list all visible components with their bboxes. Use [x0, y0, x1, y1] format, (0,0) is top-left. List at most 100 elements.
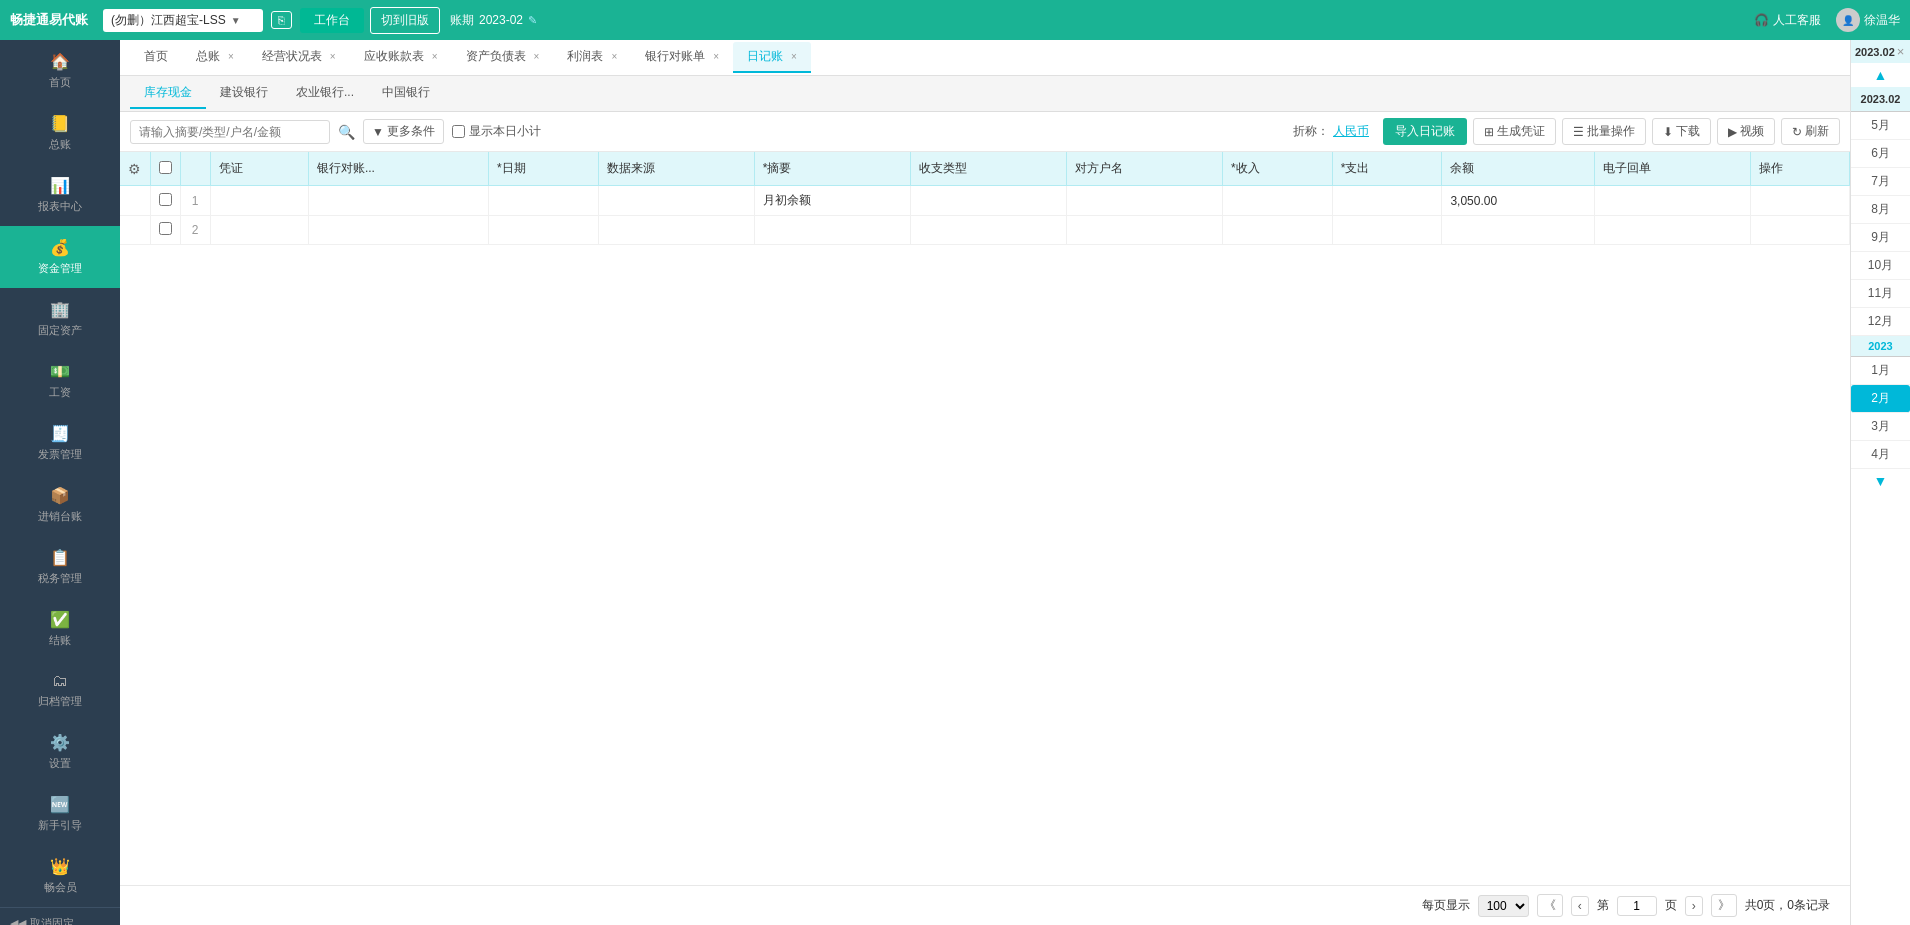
cell-e_statement-0	[1595, 186, 1751, 216]
filter-button[interactable]: ▼ 更多条件	[363, 119, 444, 144]
sub-tab-农业银行...[interactable]: 农业银行...	[282, 78, 368, 109]
sidebar-item-member[interactable]: 👑 畅会员	[0, 845, 120, 907]
workbench-button[interactable]: 工作台	[300, 8, 364, 33]
sidebar-item-invoice[interactable]: 🧾 发票管理	[0, 412, 120, 474]
right-panel-year-label[interactable]: 2023	[1851, 336, 1910, 357]
switch-old-button[interactable]: 切到旧版	[370, 7, 440, 34]
tab-label: 利润表	[567, 48, 603, 65]
month-item-4月[interactable]: 4月	[1851, 441, 1910, 469]
month-item-2月[interactable]: 2月	[1851, 385, 1910, 413]
tab-应收账款表[interactable]: 应收账款表×	[350, 42, 452, 73]
month-item-9月[interactable]: 9月	[1851, 224, 1910, 252]
batch-operation-button[interactable]: ☰ 批量操作	[1562, 118, 1646, 145]
table-row: 1月初余额3,050.00	[120, 186, 1850, 216]
row-checkbox-1[interactable]	[150, 216, 180, 245]
tab-首页[interactable]: 首页	[130, 42, 182, 73]
ledger-icon: 📒	[50, 114, 70, 133]
sidebar-item-archive[interactable]: 🗂 归档管理	[0, 660, 120, 721]
sub-tab-bar: 库存现金建设银行农业银行...中国银行	[120, 76, 1850, 112]
tab-利润表[interactable]: 利润表 ×	[553, 42, 631, 73]
tab-close-icon[interactable]: ×	[791, 51, 797, 62]
tab-close-icon[interactable]: ×	[534, 51, 540, 62]
bottom-bar: 每页显示 2050100200 《 ‹ 第 页 › 》 共0页，0条记录	[120, 885, 1850, 925]
sidebar-item-tax[interactable]: 📋 税务管理	[0, 536, 120, 598]
month-item-1月[interactable]: 1月	[1851, 357, 1910, 385]
prev-page-button[interactable]: ‹	[1571, 896, 1589, 916]
sidebar-item-reports[interactable]: 📊 报表中心	[0, 164, 120, 226]
period-edit-icon[interactable]: ✎	[528, 14, 537, 27]
sidebar-label-settings: 设置	[49, 756, 71, 771]
nav-up-icon[interactable]: ▲	[1851, 63, 1910, 87]
sub-tab-中国银行[interactable]: 中国银行	[368, 78, 444, 109]
import-button[interactable]: 导入日记账	[1383, 118, 1467, 145]
tab-总账[interactable]: 总账×	[182, 42, 248, 73]
sub-tab-建设银行[interactable]: 建设银行	[206, 78, 282, 109]
tab-银行对账单[interactable]: 银行对账单×	[631, 42, 733, 73]
tab-资产负债表[interactable]: 资产负债表×	[452, 42, 554, 73]
tab-close-icon[interactable]: ×	[611, 51, 617, 62]
batch-icon: ☰	[1573, 125, 1584, 139]
sidebar-item-purchase-sales[interactable]: 📦 进销台账	[0, 474, 120, 536]
user-menu[interactable]: 👤 徐温华	[1836, 8, 1900, 32]
generate-voucher-button[interactable]: ⊞ 生成凭证	[1473, 118, 1556, 145]
filter-label: 更多条件	[387, 123, 435, 140]
sidebar-bottom: ◀◀ 取消固定	[0, 907, 120, 925]
row-select-checkbox[interactable]	[159, 222, 172, 235]
show-daily-subtotal-checkbox[interactable]: 显示本日小计	[452, 123, 541, 140]
col-header-checkbox	[150, 152, 180, 186]
search-input[interactable]	[130, 120, 330, 144]
cell-expense-1	[1332, 216, 1442, 245]
currency-value[interactable]: 人民币	[1333, 123, 1369, 140]
month-item-10月[interactable]: 10月	[1851, 252, 1910, 280]
first-page-button[interactable]: 《	[1537, 894, 1563, 917]
cell-action-0[interactable]	[1751, 186, 1850, 216]
video-button[interactable]: ▶ 视频	[1717, 118, 1775, 145]
customer-service-button[interactable]: 🎧 人工客服	[1754, 12, 1821, 29]
tab-close-icon[interactable]: ×	[330, 51, 336, 62]
select-all-checkbox[interactable]	[159, 161, 172, 174]
nav-down-icon[interactable]: ▼	[1851, 469, 1910, 493]
month-item-8月[interactable]: 8月	[1851, 196, 1910, 224]
last-page-button[interactable]: 》	[1711, 894, 1737, 917]
unpin-button[interactable]: ◀◀ 取消固定	[0, 908, 120, 925]
month-item-12月[interactable]: 12月	[1851, 308, 1910, 336]
sidebar-item-settings[interactable]: ⚙️ 设置	[0, 721, 120, 783]
sidebar-item-salary[interactable]: 💵 工资	[0, 350, 120, 412]
download-button[interactable]: ⬇ 下载	[1652, 118, 1711, 145]
row-checkbox-0[interactable]	[150, 186, 180, 216]
company-selector[interactable]: (勿删）江西超宝-LSS ▼	[103, 9, 263, 32]
sidebar-item-home[interactable]: 🏠 首页	[0, 40, 120, 102]
sidebar-label-invoice: 发票管理	[38, 447, 82, 462]
month-item-6月[interactable]: 6月	[1851, 140, 1910, 168]
next-page-button[interactable]: ›	[1685, 896, 1703, 916]
sub-tab-库存现金[interactable]: 库存现金	[130, 78, 206, 109]
search-button[interactable]: 🔍	[338, 124, 355, 140]
sidebar-item-fixed-assets[interactable]: 🏢 固定资产	[0, 288, 120, 350]
tab-close-icon[interactable]: ×	[228, 51, 234, 62]
month-item-5月[interactable]: 5月	[1851, 112, 1910, 140]
page-input[interactable]	[1617, 896, 1657, 916]
tab-close-icon[interactable]: ×	[713, 51, 719, 62]
sidebar-item-settle[interactable]: ✅ 结账	[0, 598, 120, 660]
show-daily-subtotal-input[interactable]	[452, 125, 465, 138]
sidebar-label-tax: 税务管理	[38, 571, 82, 586]
sidebar-item-guide[interactable]: 🆕 新手引导	[0, 783, 120, 845]
tab-日记账[interactable]: 日记账×	[733, 42, 811, 73]
right-panel-close-button[interactable]: ×	[1895, 44, 1907, 59]
tab-close-icon[interactable]: ×	[432, 51, 438, 62]
page-size-select[interactable]: 2050100200	[1478, 895, 1529, 917]
row-select-checkbox[interactable]	[159, 193, 172, 206]
month-item-3月[interactable]: 3月	[1851, 413, 1910, 441]
cell-counterparty-1	[1066, 216, 1222, 245]
cell-action-1[interactable]	[1751, 216, 1850, 245]
purchase-sales-icon: 📦	[50, 486, 70, 505]
copy-button[interactable]: ⎘	[271, 11, 292, 29]
month-item-7月[interactable]: 7月	[1851, 168, 1910, 196]
sidebar-item-ledger[interactable]: 📒 总账	[0, 102, 120, 164]
month-item-11月[interactable]: 11月	[1851, 280, 1910, 308]
sidebar-item-capital[interactable]: 💰 资金管理	[0, 226, 120, 288]
tab-经营状况表[interactable]: 经营状况表×	[248, 42, 350, 73]
refresh-label: 刷新	[1805, 123, 1829, 140]
table-settings-icon[interactable]: ⚙	[128, 161, 141, 177]
refresh-button[interactable]: ↻ 刷新	[1781, 118, 1840, 145]
